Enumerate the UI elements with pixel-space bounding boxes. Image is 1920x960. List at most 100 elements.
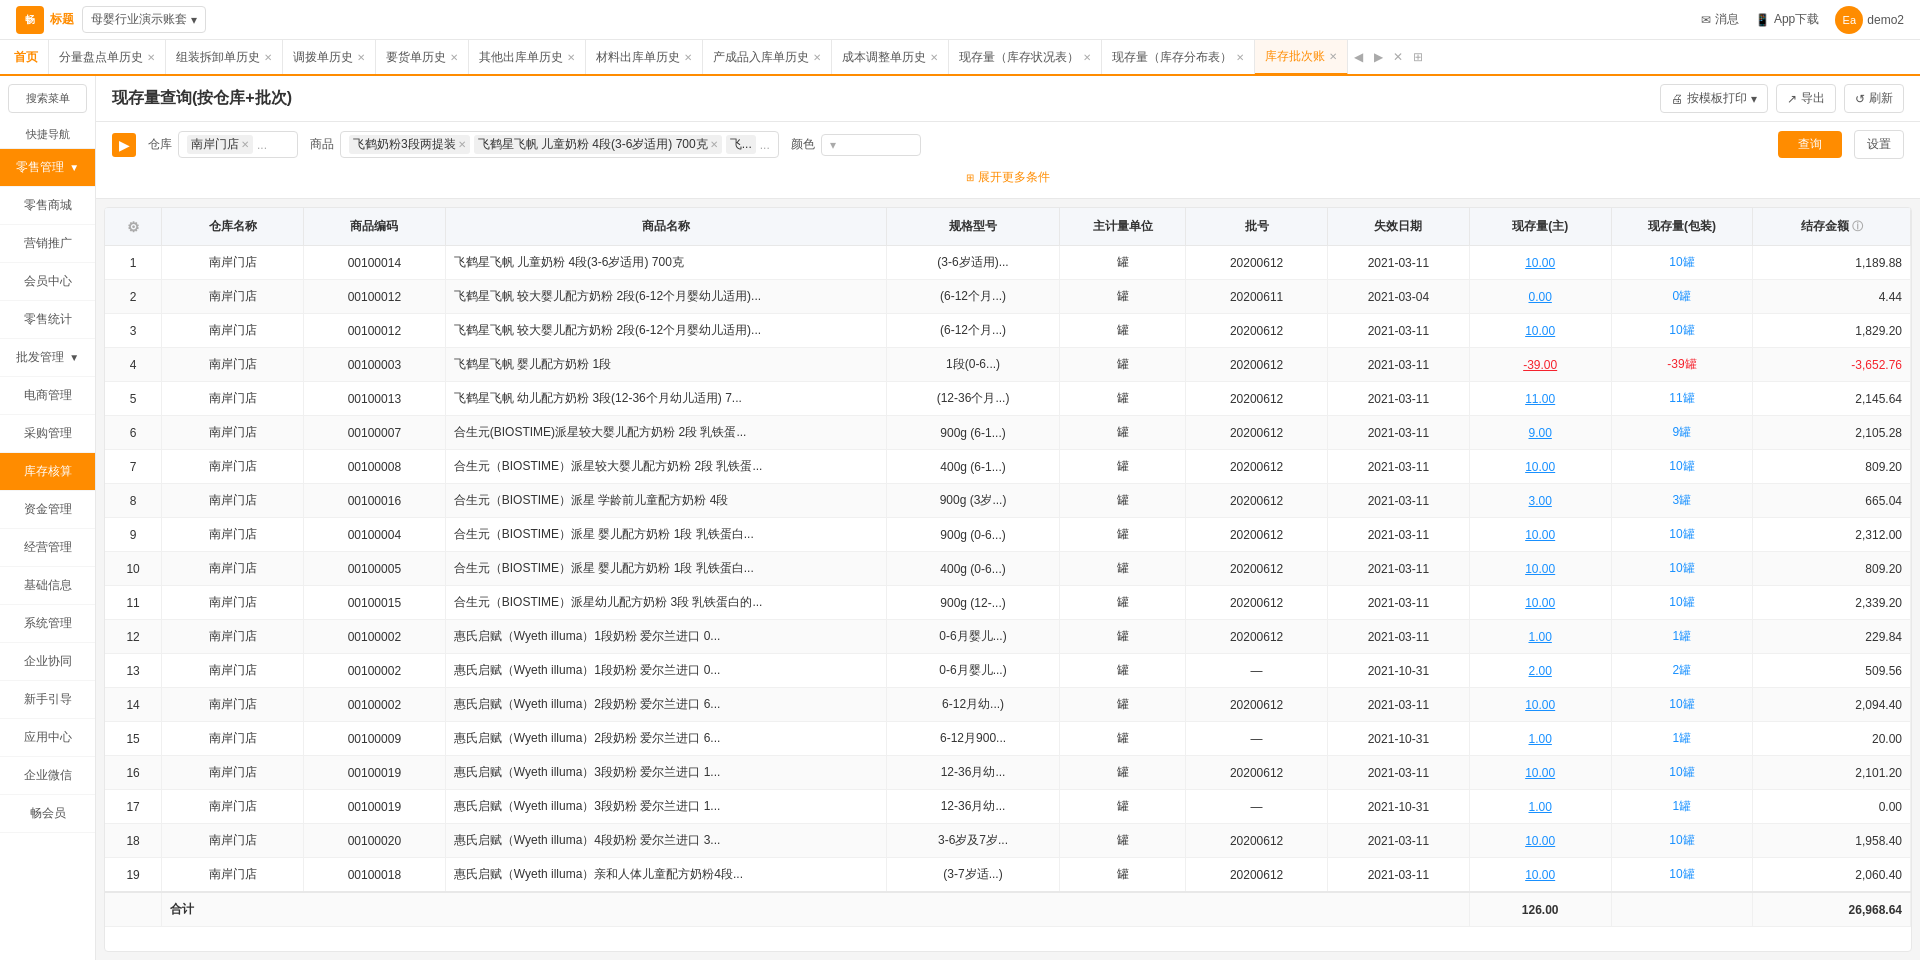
tab-next-btn[interactable]: ▶ — [1368, 40, 1388, 75]
tab-stock-status-close-icon[interactable]: ✕ — [1083, 52, 1091, 63]
cell-unit: 罐 — [1060, 722, 1186, 756]
tab-stock-status[interactable]: 现存量（库存状况表） ✕ — [949, 40, 1102, 75]
cell-stock-main[interactable]: 10.00 — [1469, 824, 1611, 858]
gear-icon[interactable]: ⚙ — [127, 219, 140, 235]
cell-stock-main[interactable]: 10.00 — [1469, 586, 1611, 620]
tab-requisition-close-icon[interactable]: ✕ — [450, 52, 458, 63]
color-filter-group: 颜色 ▾ — [791, 134, 921, 156]
export-btn[interactable]: ↗ 导出 — [1776, 84, 1836, 113]
warehouse-tag-close-icon[interactable]: ✕ — [241, 139, 249, 150]
cell-stock-main[interactable]: 10.00 — [1469, 518, 1611, 552]
cell-stock-main[interactable]: 9.00 — [1469, 416, 1611, 450]
sidebar-item-member[interactable]: 会员中心 — [0, 263, 95, 301]
cell-stock-main[interactable]: 3.00 — [1469, 484, 1611, 518]
tab-cost-adjust-close-icon[interactable]: ✕ — [930, 52, 938, 63]
filter-area: ▶ 仓库 南岸门店 ✕ ... 商品 飞鹤奶粉3段 — [96, 122, 1920, 199]
cell-stock-main[interactable]: 0.00 — [1469, 280, 1611, 314]
amount-info-icon[interactable]: ⓘ — [1852, 220, 1863, 232]
cell-stock-main[interactable]: 10.00 — [1469, 314, 1611, 348]
sidebar-item-retail[interactable]: 零售管理 ▼ — [0, 149, 95, 187]
cell-amount: 2,105.28 — [1753, 416, 1911, 450]
cell-stock-main[interactable]: 1.00 — [1469, 722, 1611, 756]
tab-mix[interactable]: 调拨单历史 ✕ — [283, 40, 376, 75]
cell-name: 惠氏启赋（Wyeth illuma）3段奶粉 爱尔兰进口 1... — [445, 790, 886, 824]
tab-close-all-btn[interactable]: ✕ — [1388, 40, 1408, 75]
sidebar-item-basic[interactable]: 基础信息 — [0, 567, 95, 605]
tab-other-out-close-icon[interactable]: ✕ — [567, 52, 575, 63]
sidebar-item-inventory[interactable]: 库存核算 — [0, 453, 95, 491]
product-filter-group: 商品 飞鹤奶粉3段两提装 ✕ 飞鹤星飞帆 儿童奶粉 4段(3-6岁适用) 700… — [310, 131, 779, 158]
cell-stock-main[interactable]: 1.00 — [1469, 790, 1611, 824]
sidebar-item-marketing[interactable]: 营销推广 — [0, 225, 95, 263]
cell-warehouse: 南岸门店 — [162, 484, 304, 518]
tab-requisition[interactable]: 要货单历史 ✕ — [376, 40, 469, 75]
expand-filter-btn[interactable]: ▶ — [112, 133, 136, 157]
tab-batch-account-close-icon[interactable]: ✕ — [1329, 51, 1337, 62]
tab-product-in-close-icon[interactable]: ✕ — [813, 52, 821, 63]
sidebar-item-system[interactable]: 系统管理 — [0, 605, 95, 643]
product-filter-input[interactable]: 飞鹤奶粉3段两提装 ✕ 飞鹤星飞帆 儿童奶粉 4段(3-6岁适用) 700克 ✕… — [340, 131, 779, 158]
sidebar-item-enterprise[interactable]: 企业协同 — [0, 643, 95, 681]
sidebar-item-membership[interactable]: 畅会员 — [0, 795, 95, 833]
th-stock-main: 现存量(主) — [1469, 208, 1611, 246]
cell-stock-main[interactable]: 10.00 — [1469, 858, 1611, 893]
tab-menu-btn[interactable]: ⊞ — [1408, 40, 1428, 75]
sidebar-item-guide[interactable]: 新手引导 — [0, 681, 95, 719]
tab-other-out[interactable]: 其他出库单历史 ✕ — [469, 40, 586, 75]
cell-stock-main[interactable]: 10.00 — [1469, 552, 1611, 586]
query-btn[interactable]: 查询 — [1778, 131, 1842, 158]
cell-stock-main[interactable]: 10.00 — [1469, 246, 1611, 280]
cell-stock-main[interactable]: 11.00 — [1469, 382, 1611, 416]
print-btn[interactable]: 🖨 按模板打印 ▾ — [1660, 84, 1768, 113]
tab-split[interactable]: 分量盘点单历史 ✕ — [49, 40, 166, 75]
cell-stock-main[interactable]: 10.00 — [1469, 688, 1611, 722]
tab-prev-btn[interactable]: ◀ — [1348, 40, 1368, 75]
cell-stock-main[interactable]: 2.00 — [1469, 654, 1611, 688]
sidebar-item-retail-stat[interactable]: 零售统计 — [0, 301, 95, 339]
cell-name: 惠氏启赋（Wyeth illuma）3段奶粉 爱尔兰进口 1... — [445, 756, 886, 790]
cell-batch: 20200612 — [1186, 348, 1328, 382]
product-tag-1-close-icon[interactable]: ✕ — [458, 139, 466, 150]
sum-row: 合计 126.00 26,968.64 — [105, 892, 1911, 927]
tab-cost-adjust[interactable]: 成本调整单历史 ✕ — [832, 40, 949, 75]
expand-more-conditions-btn[interactable]: ⊞ 展开更多条件 — [962, 165, 1054, 190]
app-download-btn[interactable]: 📱 App下载 — [1755, 11, 1819, 28]
cell-expire: 2021-03-11 — [1328, 756, 1470, 790]
sidebar-item-operation[interactable]: 经营管理 — [0, 529, 95, 567]
sidebar-item-ecommerce[interactable]: 电商管理 — [0, 377, 95, 415]
product-tag-2-close-icon[interactable]: ✕ — [710, 139, 718, 150]
quick-nav-btn[interactable]: 快捷导航 — [0, 121, 95, 149]
th-settings[interactable]: ⚙ — [105, 208, 162, 246]
table-row: 16 南岸门店 00100019 惠氏启赋（Wyeth illuma）3段奶粉 … — [105, 756, 1911, 790]
cell-stock-main[interactable]: 10.00 — [1469, 756, 1611, 790]
tab-split-close-icon[interactable]: ✕ — [147, 52, 155, 63]
tab-stock-dist[interactable]: 现存量（库存分布表） ✕ — [1102, 40, 1255, 75]
message-btn[interactable]: ✉ 消息 — [1701, 11, 1739, 28]
tab-stock-dist-close-icon[interactable]: ✕ — [1236, 52, 1244, 63]
sidebar-item-app-center[interactable]: 应用中心 — [0, 719, 95, 757]
cell-stock-main[interactable]: 10.00 — [1469, 450, 1611, 484]
search-menu-btn[interactable]: 搜索菜单 — [8, 84, 87, 113]
tab-disassemble[interactable]: 组装拆卸单历史 ✕ — [166, 40, 283, 75]
sidebar-item-finance[interactable]: 资金管理 — [0, 491, 95, 529]
tab-material-out-close-icon[interactable]: ✕ — [684, 52, 692, 63]
tab-disassemble-close-icon[interactable]: ✕ — [264, 52, 272, 63]
tab-home[interactable]: 首页 — [4, 40, 49, 75]
cell-stock-main[interactable]: 1.00 — [1469, 620, 1611, 654]
tab-product-in[interactable]: 产成品入库单历史 ✕ — [703, 40, 832, 75]
tab-batch-account[interactable]: 库存批次账 ✕ — [1255, 40, 1348, 75]
cell-unit: 罐 — [1060, 382, 1186, 416]
sidebar-item-retail-store[interactable]: 零售商城 — [0, 187, 95, 225]
refresh-btn[interactable]: ↺ 刷新 — [1844, 84, 1904, 113]
tab-material-out[interactable]: 材料出库单历史 ✕ — [586, 40, 703, 75]
color-filter-input[interactable]: ▾ — [821, 134, 921, 156]
settings-btn[interactable]: 设置 — [1854, 130, 1904, 159]
sidebar-item-purchase[interactable]: 采购管理 — [0, 415, 95, 453]
sidebar-item-corp-wechat[interactable]: 企业微信 — [0, 757, 95, 795]
tab-mix-close-icon[interactable]: ✕ — [357, 52, 365, 63]
sidebar-item-wholesale[interactable]: 批发管理 ▼ — [0, 339, 95, 377]
warehouse-filter-input[interactable]: 南岸门店 ✕ ... — [178, 131, 298, 158]
cell-stock-main[interactable]: -39.00 — [1469, 348, 1611, 382]
company-dropdown[interactable]: 母婴行业演示账套 ▾ — [82, 6, 206, 33]
user-area[interactable]: Ea demo2 — [1835, 6, 1904, 34]
